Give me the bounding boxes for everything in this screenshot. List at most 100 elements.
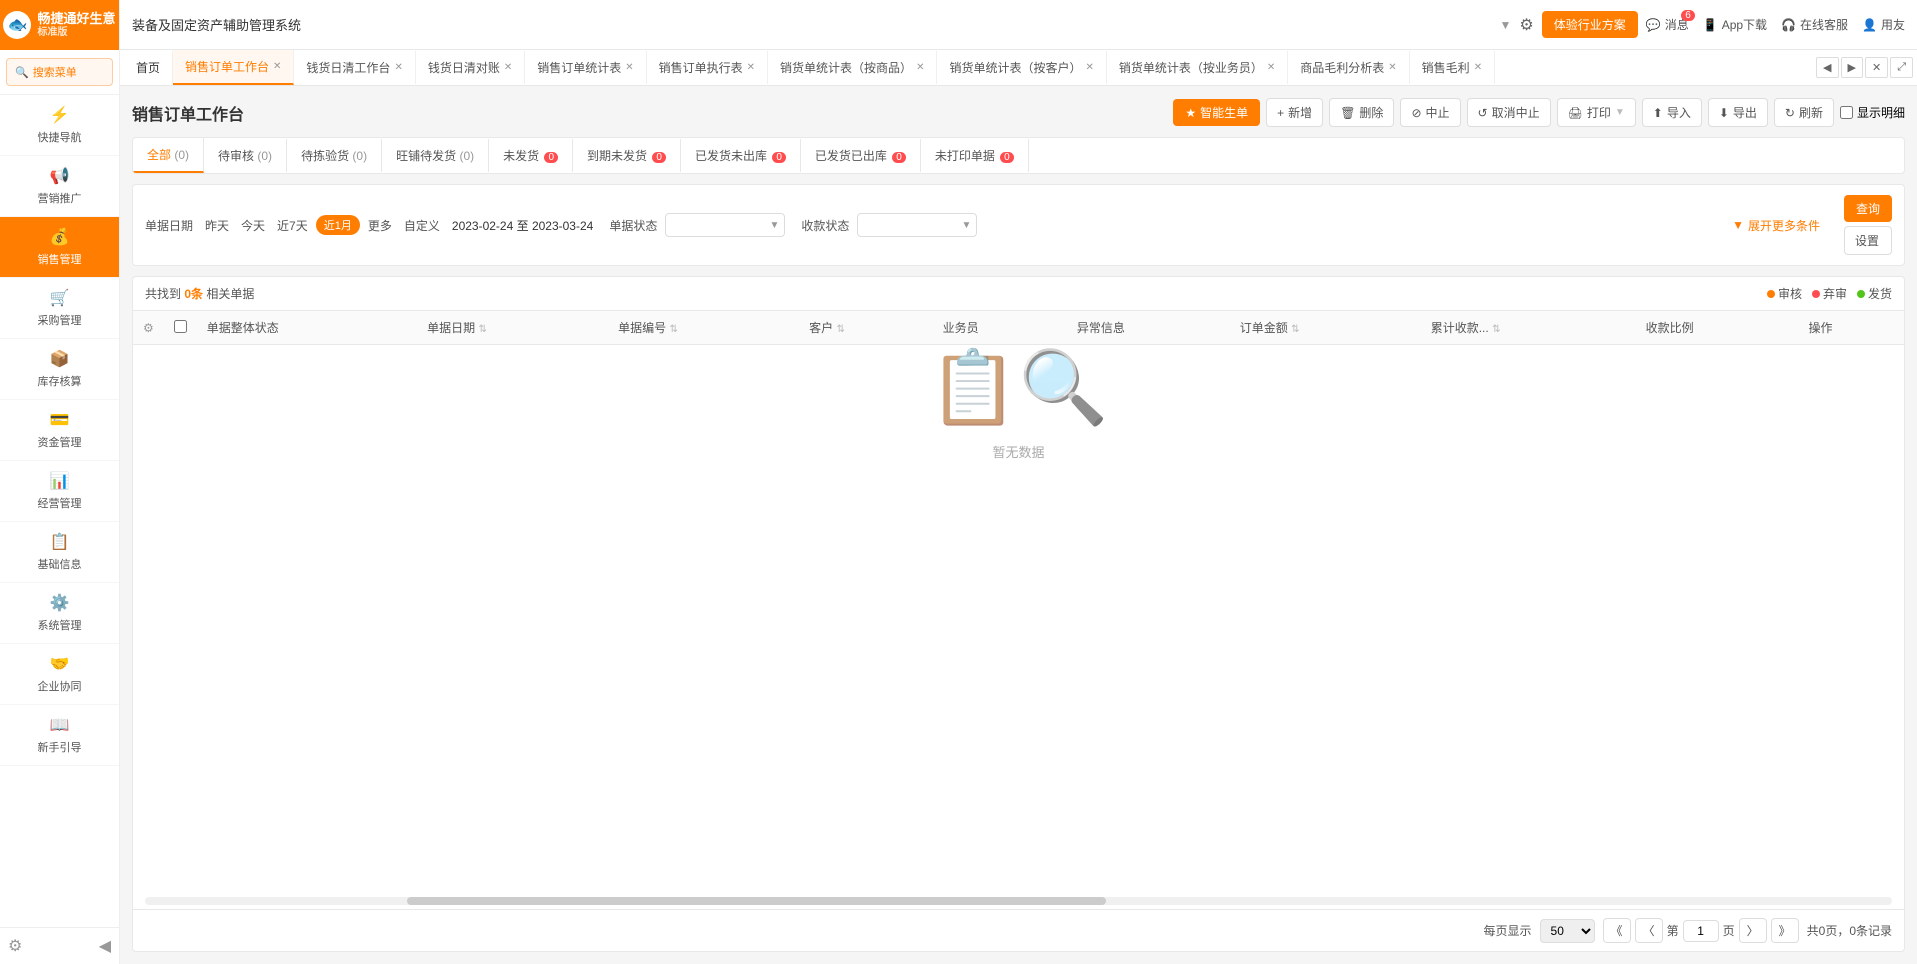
delete-button[interactable]: 🗑 删除	[1329, 98, 1394, 127]
sidebar-item-quick-nav[interactable]: ⚡ 快捷导航	[0, 95, 119, 156]
tab-sales-summary-product[interactable]: 销货单统计表（按商品） ✕	[768, 51, 937, 84]
search-menu-button[interactable]: 🔍 搜索菜单	[6, 58, 113, 86]
app-download-button[interactable]: 📱 App下载	[1703, 16, 1767, 33]
horizontal-scrollbar[interactable]	[145, 897, 1892, 905]
sort-customer-icon[interactable]: ⇅	[837, 324, 845, 335]
th-staff-label: 业务员	[943, 321, 979, 335]
date-btn-custom[interactable]: 自定义	[400, 215, 444, 236]
expand-conditions-button[interactable]: ▼ 展开更多条件	[1732, 217, 1820, 234]
tab-sales-exec[interactable]: 销售订单执行表 ✕	[647, 51, 768, 84]
sort-number-icon[interactable]: ⇅	[670, 324, 678, 335]
filter-tab-pending-inspect[interactable]: 待拣验货 (0)	[287, 139, 382, 172]
topbar-dropdown-icon[interactable]: ▼	[1500, 18, 1512, 32]
sort-collected-icon[interactable]: ⇅	[1492, 324, 1500, 335]
show-detail-checkbox-area[interactable]: 显示明细	[1840, 104, 1905, 121]
collection-select[interactable]	[857, 213, 977, 237]
page-next-button[interactable]: 〉	[1739, 918, 1767, 943]
sort-date-icon[interactable]: ⇅	[479, 324, 487, 335]
tab-sales-summary-customer[interactable]: 销货单统计表（按客户） ✕	[937, 51, 1106, 84]
select-all-checkbox[interactable]	[174, 320, 187, 333]
filter-tab-label: 旺铺待发货	[396, 149, 456, 163]
sidebar-item-marketing[interactable]: 📢 营销推广	[0, 156, 119, 217]
message-button[interactable]: 💬 消息 6	[1646, 16, 1689, 33]
date-btn-1month[interactable]: 近1月	[316, 215, 360, 235]
tab-scroll-left-button[interactable]: ◀	[1816, 57, 1838, 78]
tab-sales-summary-staff[interactable]: 销货单统计表（按业务员） ✕	[1107, 51, 1288, 84]
show-detail-checkbox[interactable]	[1840, 106, 1853, 119]
tab-close-icon[interactable]: ✕	[394, 62, 402, 73]
date-btn-today[interactable]: 今天	[237, 215, 269, 236]
refresh-button[interactable]: ↻ 刷新	[1774, 98, 1834, 127]
tab-close-all-button[interactable]: ✕	[1865, 57, 1888, 78]
sidebar-item-sales[interactable]: 💰 销售管理	[0, 217, 119, 278]
sidebar-item-inventory[interactable]: 📦 库存核算	[0, 339, 119, 400]
sort-amount-icon[interactable]: ⇅	[1291, 324, 1299, 335]
user-button[interactable]: 👤 用友	[1862, 16, 1905, 33]
collapse-icon[interactable]: ◀	[99, 936, 111, 956]
tab-close-icon[interactable]: ✕	[1267, 62, 1275, 73]
filter-tab-wangpu-ship[interactable]: 旺铺待发货 (0)	[382, 139, 489, 172]
review-action-button[interactable]: 审核	[1767, 285, 1802, 302]
filter-tab-shipped-out[interactable]: 已发货已出库 0	[801, 139, 921, 172]
filter-tab-not-shipped[interactable]: 未发货 0	[489, 139, 573, 172]
tab-close-icon[interactable]: ✕	[504, 62, 512, 73]
page-size-select[interactable]: 50 20 100	[1540, 919, 1595, 943]
settings-button[interactable]: 设置	[1844, 226, 1892, 255]
export-button[interactable]: ⬇ 导出	[1708, 98, 1768, 127]
page-prev-button[interactable]: 〈	[1635, 918, 1663, 943]
cancel-stop-button[interactable]: ↺ 取消中止	[1467, 98, 1551, 127]
filter-tab-all[interactable]: 全部 (0)	[133, 138, 204, 173]
filter-tab-overdue-ship[interactable]: 到期未发货 0	[573, 139, 681, 172]
tab-scroll-right-button[interactable]: ▶	[1841, 57, 1863, 78]
stop-button[interactable]: ⊘ 中止	[1400, 98, 1460, 127]
sidebar-item-purchase[interactable]: 🛒 采购管理	[0, 278, 119, 339]
tab-close-icon[interactable]: ✕	[1085, 62, 1093, 73]
count-suffix: 相关单据	[206, 287, 254, 301]
tab-close-icon[interactable]: ✕	[1388, 62, 1396, 73]
tab-cash-reconcile[interactable]: 钱货日清对账 ✕	[416, 51, 525, 84]
ship-action-button[interactable]: 发货	[1857, 285, 1892, 302]
tab-sales-revenue[interactable]: 销售毛利 ✕	[1410, 51, 1495, 84]
tab-close-icon[interactable]: ✕	[1474, 62, 1482, 73]
tab-sales-workbench[interactable]: 销售订单工作台 ✕	[173, 50, 294, 85]
tab-close-icon[interactable]: ✕	[916, 62, 924, 73]
filter-tab-pending-review[interactable]: 待审核 (0)	[204, 139, 287, 172]
tab-close-icon[interactable]: ✕	[273, 61, 281, 72]
tab-sales-stats[interactable]: 销售订单统计表 ✕	[525, 51, 646, 84]
filter-tab-shipped-not-out[interactable]: 已发货未出库 0	[681, 139, 801, 172]
settings-gear-icon[interactable]: ⚙	[8, 936, 22, 956]
smart-create-button[interactable]: ★ 智能生单	[1173, 99, 1260, 126]
solution-button[interactable]: 体验行业方案	[1542, 11, 1638, 38]
topbar-settings-icon[interactable]: ⚙	[1519, 15, 1533, 35]
date-btn-7days[interactable]: 近7天	[273, 215, 312, 236]
th-settings[interactable]: ⚙	[133, 311, 164, 345]
tab-home[interactable]: 首页	[124, 51, 173, 84]
cancel-review-action-button[interactable]: 弃审	[1812, 285, 1847, 302]
date-btn-yesterday[interactable]: 昨天	[201, 215, 233, 236]
query-button[interactable]: 查询	[1844, 195, 1892, 222]
tab-maximize-button[interactable]: ⤢	[1890, 57, 1913, 78]
print-button[interactable]: 🖨 打印 ▼	[1557, 98, 1636, 127]
page-first-button[interactable]: 《	[1603, 918, 1631, 943]
add-button[interactable]: + 新增	[1266, 98, 1323, 127]
sidebar-item-system[interactable]: ⚙️ 系统管理	[0, 583, 119, 644]
horizontal-scrollbar-thumb[interactable]	[407, 897, 1106, 905]
tab-gross-profit[interactable]: 商品毛利分析表 ✕	[1288, 51, 1409, 84]
status-select[interactable]	[665, 213, 785, 237]
page-last-button[interactable]: 》	[1771, 918, 1799, 943]
online-service-button[interactable]: 🎧 在线客服	[1781, 16, 1848, 33]
filter-tab-not-printed[interactable]: 未打印单据 0	[921, 139, 1029, 172]
page-navigation: 《 〈 第 页 〉 》	[1603, 918, 1799, 943]
sidebar-item-enterprise[interactable]: 🤝 企业协同	[0, 644, 119, 705]
sidebar-item-guide[interactable]: 📖 新手引导	[0, 705, 119, 766]
tab-cash-daily[interactable]: 钱货日清工作台 ✕	[294, 51, 415, 84]
filter-tab-label: 待审核	[218, 149, 254, 163]
page-number-input[interactable]	[1683, 920, 1719, 942]
sidebar-item-finance[interactable]: 💳 资金管理	[0, 400, 119, 461]
import-button[interactable]: ⬆ 导入	[1642, 98, 1702, 127]
sidebar-item-base-info[interactable]: 📋 基础信息	[0, 522, 119, 583]
tab-close-icon[interactable]: ✕	[747, 62, 755, 73]
sidebar-item-operation[interactable]: 📊 经营管理	[0, 461, 119, 522]
date-btn-more[interactable]: 更多	[364, 215, 396, 236]
tab-close-icon[interactable]: ✕	[625, 62, 633, 73]
